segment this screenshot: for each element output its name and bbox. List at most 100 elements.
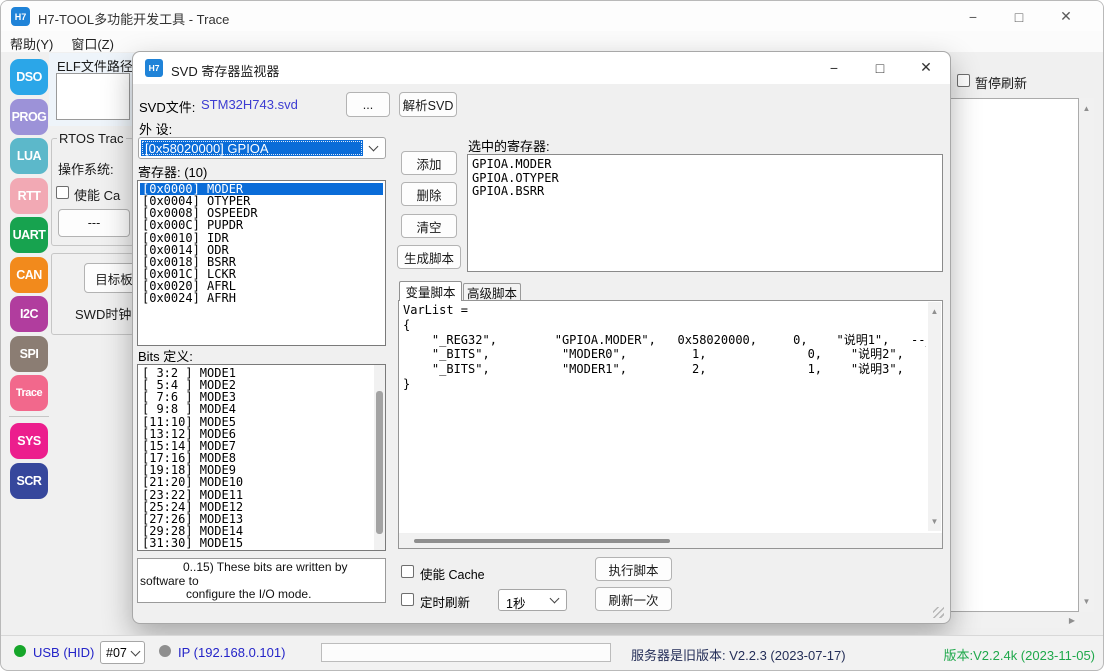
scroll-up-icon[interactable]: ▲ xyxy=(1079,104,1094,113)
refresh-interval-value: 1秒 xyxy=(506,597,526,611)
sidebar-button[interactable]: UART xyxy=(10,217,48,253)
bit-item[interactable]: [11:10] MODE5 xyxy=(140,415,385,428)
bit-item[interactable]: [23:22] MODE11 xyxy=(140,488,385,501)
svd-dialog: H7 SVD 寄存器监视器 − □ ✕ SVD文件: STM32H743.svd… xyxy=(132,51,951,624)
scrollbar-thumb[interactable] xyxy=(376,391,383,534)
script-line: "_REG32", "GPIOA.MODER", 0x58020000, 0, … xyxy=(403,332,926,347)
bit-item[interactable]: [21:20] MODE10 xyxy=(140,476,385,488)
selected-register-item[interactable]: GPIOA.MODER xyxy=(472,157,938,172)
dash-button[interactable]: --- xyxy=(58,209,130,237)
main-titlebar: H7 H7-TOOL多功能开发工具 - Trace − □ ✕ xyxy=(1,1,1103,31)
bits-scrollbar[interactable] xyxy=(374,365,385,550)
peripheral-select[interactable]: [0x58020000] GPIOA xyxy=(138,137,386,159)
script-vertical-scrollbar[interactable]: ▲ ▼ xyxy=(928,302,941,531)
vertical-scrollbar[interactable]: ▲ ▼ xyxy=(1079,98,1094,612)
bit-item[interactable]: [31:30] MODE15 xyxy=(140,537,385,549)
window-title: H7-TOOL多功能开发工具 - Trace xyxy=(38,12,230,27)
selected-register-item[interactable]: GPIOA.OTYPER xyxy=(472,171,938,186)
sidebar-button[interactable]: SYS xyxy=(10,423,48,459)
scrollbar-thumb[interactable] xyxy=(414,539,670,543)
elf-path-box[interactable] xyxy=(56,73,130,120)
resize-grip[interactable] xyxy=(933,607,944,618)
bit-description-box: 0..15) These bits are written by softwar… xyxy=(137,558,386,603)
description-line: software to xyxy=(140,573,199,588)
enable-cache-bg-checkbox[interactable] xyxy=(56,186,69,199)
chevron-down-icon xyxy=(549,593,560,604)
menu-item[interactable]: 帮助(Y) xyxy=(1,31,62,52)
enable-cache-label: 使能 Cache xyxy=(420,568,485,582)
svd-file-label: SVD文件: xyxy=(139,100,196,115)
scroll-up-icon[interactable]: ▲ xyxy=(928,307,941,316)
enable-cache-checkbox[interactable] xyxy=(401,565,414,578)
sidebar-button[interactable]: LUA xyxy=(10,138,48,174)
tab-variable-script[interactable]: 变量脚本 xyxy=(399,281,462,301)
selected-registers-box[interactable]: GPIOA.MODER GPIOA.OTYPER GPIOA.BSRR xyxy=(467,154,943,272)
close-icon[interactable]: ✕ xyxy=(1045,4,1087,29)
tab-advanced-script[interactable]: 高级脚本 xyxy=(463,283,521,301)
generate-script-button[interactable]: 生成脚本 xyxy=(397,245,461,269)
clear-button[interactable]: 清空 xyxy=(401,214,457,238)
dialog-logo-icon: H7 xyxy=(145,59,163,77)
pause-refresh-checkbox[interactable] xyxy=(957,74,970,87)
scroll-right-icon[interactable]: ▶ xyxy=(1069,616,1075,625)
chevron-down-icon xyxy=(368,141,379,152)
register-list[interactable]: [0x0000] MODER [0x0004] OTYPER [0x0008] OS… xyxy=(137,180,386,346)
selected-registers-label: 选中的寄存器: xyxy=(468,139,550,154)
sidebar-button[interactable]: RTT xyxy=(10,177,48,214)
sidebar-button[interactable]: I2C xyxy=(10,296,48,332)
browse-button[interactable]: ... xyxy=(346,92,390,117)
selected-register-item[interactable]: GPIOA.BSRR xyxy=(472,184,938,199)
menu-item[interactable]: 窗口(Z) xyxy=(62,31,123,52)
script-line: "_BITS", "MODER0", 1, 0, "说明2", --_BITS … xyxy=(431,347,926,362)
os-label: 操作系统: xyxy=(58,162,114,177)
add-button[interactable]: 添加 xyxy=(401,151,457,175)
usb-status-icon xyxy=(14,645,26,657)
swd-clock-label: SWD时钟 xyxy=(75,307,132,322)
app-logo-icon: H7 xyxy=(11,7,30,26)
peripheral-label: 外 设: xyxy=(139,122,173,137)
refresh-interval-select[interactable]: 1秒 xyxy=(498,589,567,611)
dialog-titlebar: H7 SVD 寄存器监视器 − □ ✕ xyxy=(133,52,950,84)
minimize-icon[interactable]: − xyxy=(952,4,994,29)
dialog-maximize-icon[interactable]: □ xyxy=(859,55,901,80)
ip-status-icon xyxy=(159,645,171,657)
register-item[interactable]: [0x0010] IDR xyxy=(140,231,385,244)
usb-status-label: USB (HID) xyxy=(33,645,95,660)
progress-bar xyxy=(321,643,611,662)
enable-cache-bg-label: 使能 Ca xyxy=(74,188,121,203)
maximize-icon[interactable]: □ xyxy=(998,4,1040,29)
script-editor[interactable]: VarList ={ "_REG32", "GPIOA.MODER", 0x58… xyxy=(399,301,942,533)
scroll-down-icon[interactable]: ▼ xyxy=(928,517,941,526)
sidebar-button[interactable]: PROG xyxy=(10,98,48,135)
bit-item[interactable]: [ 9:8 ] MODE4 xyxy=(140,403,385,415)
timed-refresh-checkbox[interactable] xyxy=(401,593,414,606)
sidebar-button[interactable]: SPI xyxy=(10,335,48,372)
dialog-close-icon[interactable]: ✕ xyxy=(905,55,947,80)
script-line: VarList = xyxy=(403,303,469,317)
bits-list[interactable]: [ 3:2 ] MODE1[ 5:4 ] MODE2[ 7:6 ] MODE3[… xyxy=(137,364,386,551)
device-index-select[interactable]: #07 xyxy=(100,641,145,664)
script-horizontal-scrollbar[interactable] xyxy=(399,534,942,548)
rtos-group-label: RTOS Trac xyxy=(57,131,126,146)
menu-bar: 帮助(Y) 窗口(Z) xyxy=(1,31,1103,52)
parse-svd-button[interactable]: 解析SVD xyxy=(399,92,457,117)
delete-button[interactable]: 删除 xyxy=(401,182,457,206)
register-item[interactable]: [0x0024] AFRH xyxy=(140,292,385,304)
svd-file-value: STM32H743.svd xyxy=(201,97,298,112)
horizontal-scrollbar[interactable]: ▶ xyxy=(945,613,1079,628)
sidebar-button[interactable]: CAN xyxy=(10,256,48,293)
execute-script-button[interactable]: 执行脚本 xyxy=(595,557,672,581)
description-line: 0..15) These bits are written by xyxy=(183,560,348,574)
refresh-once-button[interactable]: 刷新一次 xyxy=(595,587,672,611)
device-index-value: #07 xyxy=(106,646,127,660)
sidebar: DSO PROG LUA RTT UART CAN I2C SPI Trace SYS SCR xyxy=(10,59,48,502)
register-item[interactable]: [0x000C] PUPDR xyxy=(140,219,385,231)
peripheral-selected-value: [0x58020000] GPIOA xyxy=(141,140,363,156)
sidebar-button[interactable]: DSO xyxy=(10,59,48,95)
script-line: { xyxy=(403,317,411,332)
dialog-minimize-icon[interactable]: − xyxy=(813,55,855,80)
sidebar-button[interactable]: Trace xyxy=(10,375,48,411)
sidebar-button[interactable]: SCR xyxy=(10,462,48,499)
status-bar: USB (HID) #07 IP (192.168.0.101) 服务器是旧版本… xyxy=(1,635,1103,670)
scroll-down-icon[interactable]: ▼ xyxy=(1079,597,1094,606)
